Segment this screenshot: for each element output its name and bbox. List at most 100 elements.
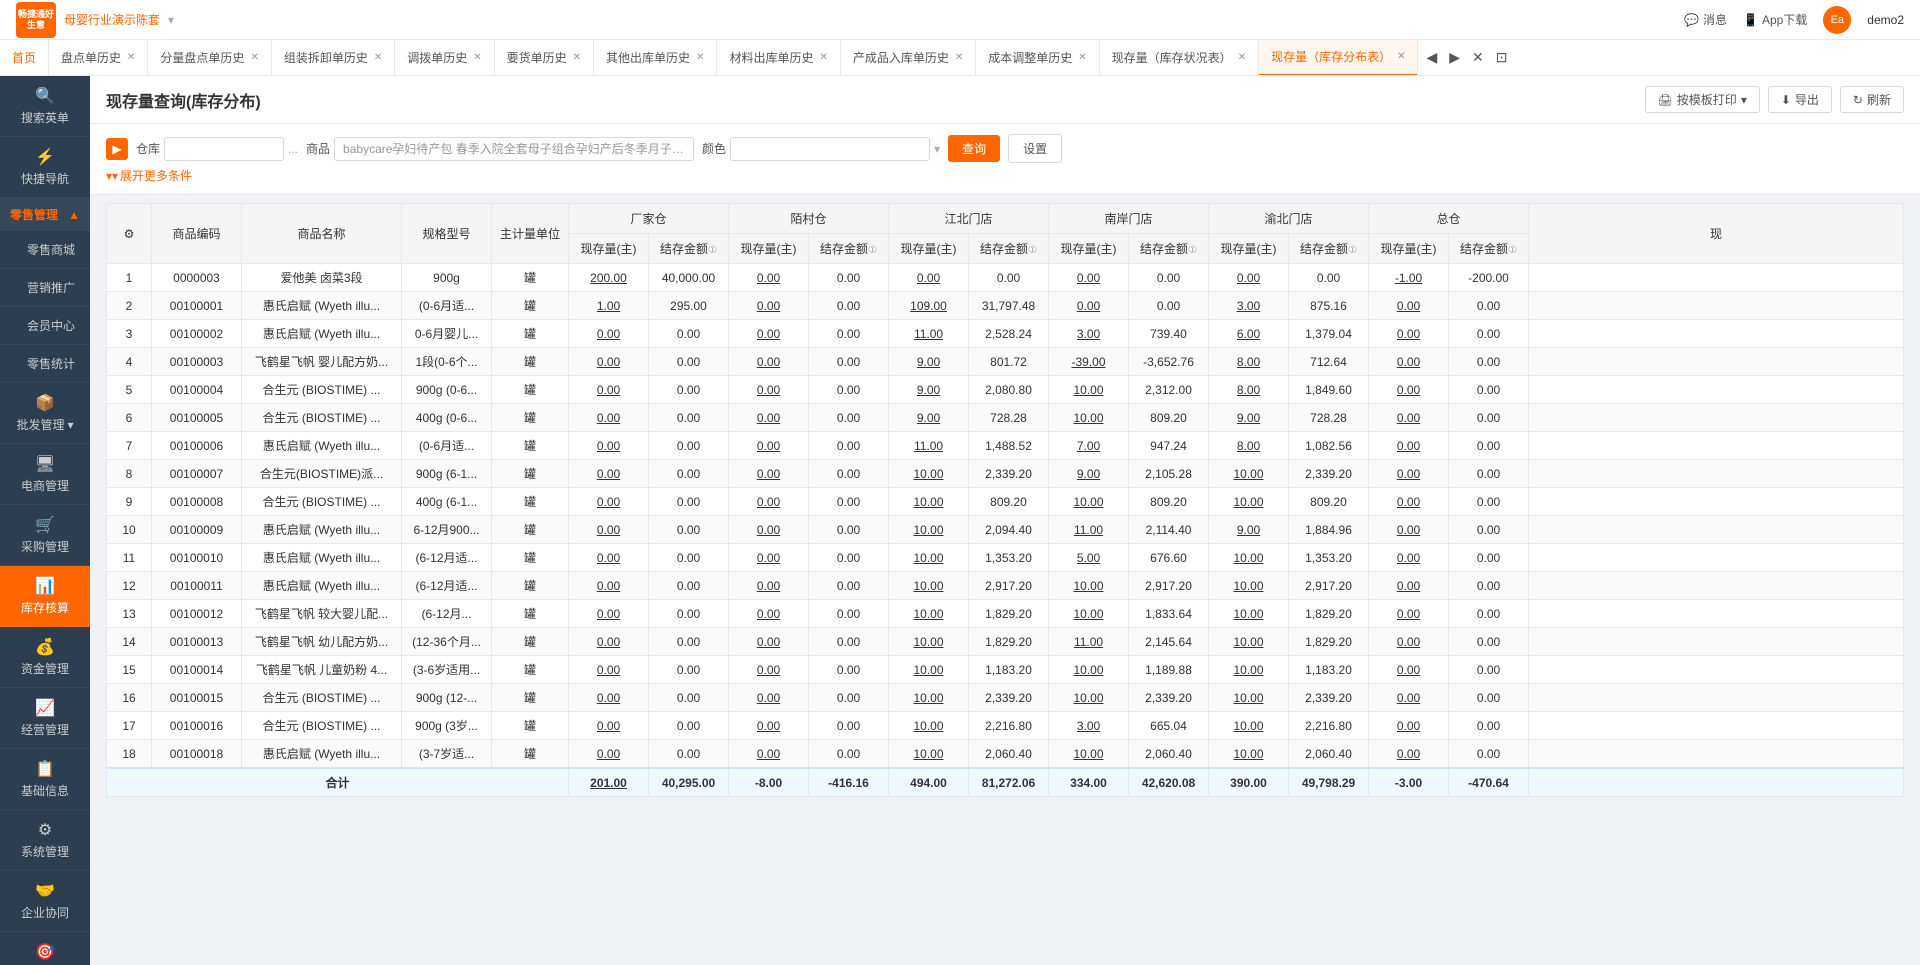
cell-mq[interactable]: 0.00 bbox=[729, 264, 809, 292]
tab-home[interactable]: 首页 bbox=[0, 40, 49, 76]
cell-jbq[interactable]: 10.00 bbox=[889, 740, 969, 769]
sidebar-item-search[interactable]: 🔍 搜索英单 bbox=[0, 76, 90, 137]
cell-tq[interactable]: 0.00 bbox=[1369, 516, 1449, 544]
tab-close-5[interactable]: ✕ bbox=[573, 52, 581, 63]
sidebar-item-members[interactable]: 会员中心 bbox=[0, 307, 90, 345]
cell-jbq[interactable]: 9.00 bbox=[889, 404, 969, 432]
cell-fq[interactable]: 0.00 bbox=[569, 600, 649, 628]
cell-jbq[interactable]: 11.00 bbox=[889, 432, 969, 460]
cell-mq[interactable]: 0.00 bbox=[729, 740, 809, 769]
cell-jbq[interactable]: 10.00 bbox=[889, 656, 969, 684]
tab-close-2[interactable]: ✕ bbox=[250, 52, 258, 63]
cell-nbq[interactable]: 10.00 bbox=[1049, 488, 1129, 516]
sidebar-item-base-info[interactable]: 📋 基础信息 bbox=[0, 749, 90, 810]
export-button[interactable]: ⬇ 导出 bbox=[1768, 86, 1832, 113]
tab-4[interactable]: 调拨单历史 ✕ bbox=[395, 40, 494, 76]
cell-tq[interactable]: 0.00 bbox=[1369, 544, 1449, 572]
cell-ybq[interactable]: 10.00 bbox=[1209, 460, 1289, 488]
goods-input[interactable] bbox=[334, 137, 694, 161]
cell-jbq[interactable]: 10.00 bbox=[889, 460, 969, 488]
cell-tq[interactable]: 0.00 bbox=[1369, 376, 1449, 404]
cell-mq[interactable]: 0.00 bbox=[729, 376, 809, 404]
cell-mq[interactable]: 0.00 bbox=[729, 320, 809, 348]
cell-fq[interactable]: 0.00 bbox=[569, 740, 649, 769]
sidebar-item-inventory[interactable]: 📊 库存核算 bbox=[0, 566, 90, 627]
cell-nbq[interactable]: 11.00 bbox=[1049, 628, 1129, 656]
cell-ybq[interactable]: 10.00 bbox=[1209, 600, 1289, 628]
cell-jbq[interactable]: 10.00 bbox=[889, 712, 969, 740]
sidebar-item-retail-mgmt[interactable]: 零售管理 ▲ bbox=[0, 198, 90, 231]
query-button[interactable]: 查询 bbox=[948, 135, 1000, 162]
tab-2[interactable]: 分量盘点单历史 ✕ bbox=[148, 40, 271, 76]
warehouse-input[interactable] bbox=[164, 137, 284, 161]
tab-close-4[interactable]: ✕ bbox=[473, 52, 481, 63]
tab-close-3[interactable]: ✕ bbox=[374, 52, 382, 63]
cell-fq[interactable]: 0.00 bbox=[569, 460, 649, 488]
cell-jbq[interactable]: 109.00 bbox=[889, 292, 969, 320]
cell-mq[interactable]: 0.00 bbox=[729, 628, 809, 656]
cell-ybq[interactable]: 3.00 bbox=[1209, 292, 1289, 320]
tab-close-6[interactable]: ✕ bbox=[696, 52, 704, 63]
cell-tq[interactable]: 0.00 bbox=[1369, 320, 1449, 348]
cell-tq[interactable]: 0.00 bbox=[1369, 712, 1449, 740]
cell-fq[interactable]: 0.00 bbox=[569, 376, 649, 404]
cell-fq[interactable]: 0.00 bbox=[569, 488, 649, 516]
cell-nbq[interactable]: 11.00 bbox=[1049, 516, 1129, 544]
expand-conditions-btn[interactable]: ▾▾ 展开更多条件 bbox=[106, 167, 1904, 184]
cell-jbq[interactable]: 11.00 bbox=[889, 320, 969, 348]
tab-1[interactable]: 盘点单历史 ✕ bbox=[49, 40, 148, 76]
cell-nbq[interactable]: 9.00 bbox=[1049, 460, 1129, 488]
cell-jbq[interactable]: 0.00 bbox=[889, 264, 969, 292]
cell-ybq[interactable]: 10.00 bbox=[1209, 488, 1289, 516]
cell-jbq[interactable]: 10.00 bbox=[889, 628, 969, 656]
tab-close-1[interactable]: ✕ bbox=[127, 52, 135, 63]
cell-ybq[interactable]: 9.00 bbox=[1209, 516, 1289, 544]
sidebar-item-marketing[interactable]: 营销推广 bbox=[0, 269, 90, 307]
cell-tq[interactable]: 0.00 bbox=[1369, 404, 1449, 432]
sidebar-item-purchase[interactable]: 🛒 采购管理 bbox=[0, 505, 90, 566]
tab-11-active[interactable]: 现存量（库存分布表） ✕ bbox=[1259, 40, 1418, 76]
cell-mq[interactable]: 0.00 bbox=[729, 460, 809, 488]
cell-fq[interactable]: 1.00 bbox=[569, 292, 649, 320]
cell-ybq[interactable]: 6.00 bbox=[1209, 320, 1289, 348]
cell-ybq[interactable]: 0.00 bbox=[1209, 264, 1289, 292]
cell-fq[interactable]: 0.00 bbox=[569, 544, 649, 572]
cell-ybq[interactable]: 8.00 bbox=[1209, 376, 1289, 404]
cell-nbq[interactable]: 10.00 bbox=[1049, 740, 1129, 769]
cell-fq[interactable]: 0.00 bbox=[569, 432, 649, 460]
cell-fq[interactable]: 200.00 bbox=[569, 264, 649, 292]
cell-tq[interactable]: 0.00 bbox=[1369, 460, 1449, 488]
cell-tq[interactable]: 0.00 bbox=[1369, 432, 1449, 460]
cell-nbq[interactable]: 10.00 bbox=[1049, 376, 1129, 404]
cell-nbq[interactable]: 5.00 bbox=[1049, 544, 1129, 572]
sidebar-item-retail-stats[interactable]: 零售统计 bbox=[0, 345, 90, 383]
cell-fq[interactable]: 0.00 bbox=[569, 712, 649, 740]
cell-nbq[interactable]: 10.00 bbox=[1049, 404, 1129, 432]
cell-jbq[interactable]: 9.00 bbox=[889, 348, 969, 376]
cell-tq[interactable]: 0.00 bbox=[1369, 684, 1449, 712]
cell-jbq[interactable]: 9.00 bbox=[889, 376, 969, 404]
cell-nbq[interactable]: 7.00 bbox=[1049, 432, 1129, 460]
sidebar-item-sys-mgmt[interactable]: ⚙ 系统管理 bbox=[0, 810, 90, 871]
color-input[interactable] bbox=[730, 137, 930, 161]
cell-mq[interactable]: 0.00 bbox=[729, 404, 809, 432]
cell-jbq[interactable]: 10.00 bbox=[889, 684, 969, 712]
print-button[interactable]: 🖨 按模板打印 ▾ bbox=[1645, 86, 1760, 113]
tab-close-7[interactable]: ✕ bbox=[819, 52, 827, 63]
user-avatar[interactable]: Ea bbox=[1823, 6, 1851, 34]
tab-close-9[interactable]: ✕ bbox=[1078, 52, 1086, 63]
cell-mq[interactable]: 0.00 bbox=[729, 516, 809, 544]
cell-nbq[interactable]: 3.00 bbox=[1049, 320, 1129, 348]
sidebar-item-finance[interactable]: 💰 资金管理 bbox=[0, 627, 90, 688]
cell-tq[interactable]: 0.00 bbox=[1369, 628, 1449, 656]
cell-fq[interactable]: 0.00 bbox=[569, 516, 649, 544]
cell-tq[interactable]: 0.00 bbox=[1369, 656, 1449, 684]
tab-scroll-right[interactable]: ▶ bbox=[1445, 47, 1464, 68]
cell-ybq[interactable]: 8.00 bbox=[1209, 432, 1289, 460]
tab-close-11[interactable]: ✕ bbox=[1397, 51, 1405, 62]
cell-jbq[interactable]: 10.00 bbox=[889, 572, 969, 600]
cell-nbq[interactable]: 10.00 bbox=[1049, 572, 1129, 600]
cell-tq[interactable]: 0.00 bbox=[1369, 292, 1449, 320]
tab-close-8[interactable]: ✕ bbox=[955, 52, 963, 63]
cell-fq[interactable]: 0.00 bbox=[569, 348, 649, 376]
